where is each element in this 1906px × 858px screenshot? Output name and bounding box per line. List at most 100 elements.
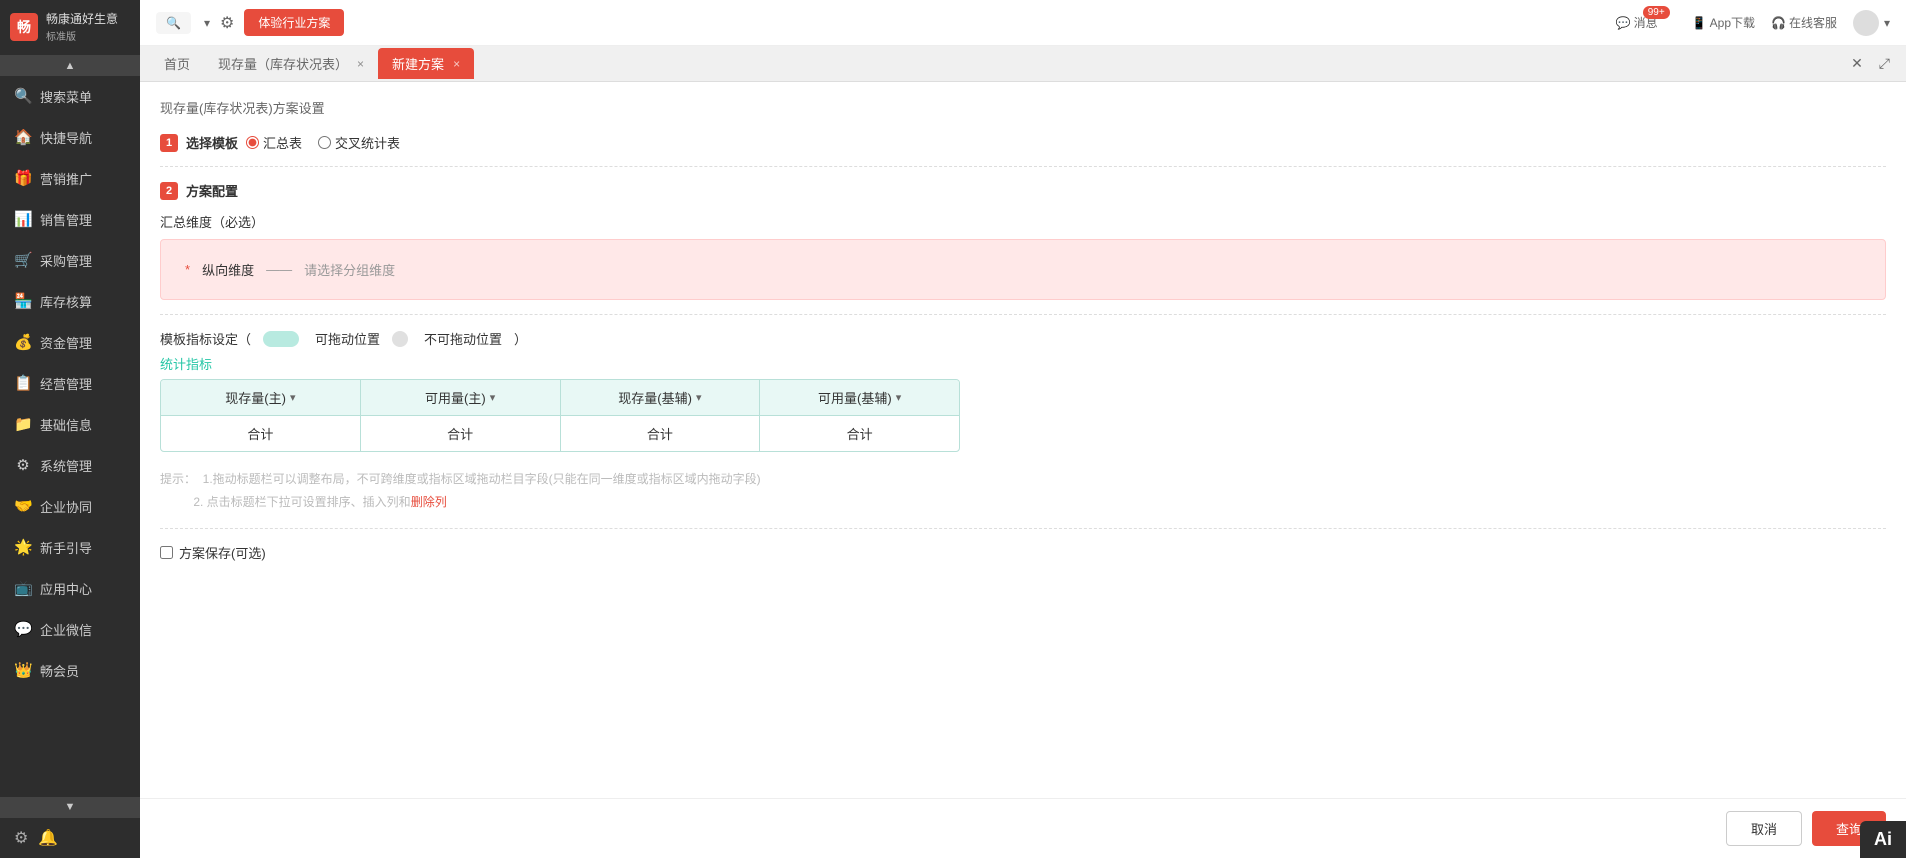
stats-body-row: 合计 合计 合计 合计: [161, 415, 959, 451]
radio-cross-input[interactable]: [318, 136, 331, 149]
nav-icon: 💰: [14, 333, 32, 351]
cancel-button[interactable]: 取消: [1726, 811, 1802, 846]
step2-section: 2 方案配置 汇总维度（必选） * 纵向维度 —— 请选择分组维度 模板指标设定…: [160, 181, 1886, 514]
save-checkbox[interactable]: [160, 546, 173, 559]
stats-table: 现存量(主) ▾ 可用量(主) ▾ 现存量(基辅) ▾ 可用量(基辅) ▾: [160, 379, 960, 452]
stats-col-1[interactable]: 现存量(主) ▾: [161, 380, 361, 415]
settings-icon[interactable]: ⚙: [14, 828, 28, 848]
save-option-row: 方案保存(可选): [160, 543, 1886, 562]
stats-col-4[interactable]: 可用量(基辅) ▾: [760, 380, 959, 415]
sidebar-item-搜索菜单[interactable]: 🔍 搜索菜单: [0, 76, 140, 117]
tab-close-all-btn[interactable]: ✕: [1845, 51, 1869, 76]
nav-icon: 🎁: [14, 169, 32, 187]
chevron-4: ▾: [896, 391, 902, 404]
topbar-online-service[interactable]: 🎧 在线客服: [1771, 14, 1837, 31]
sidebar-item-采购管理[interactable]: 🛒 采购管理: [0, 240, 140, 281]
indicator-label-close: ）: [514, 329, 527, 348]
nav-label: 销售管理: [40, 210, 92, 229]
topbar-message[interactable]: 💬 消息 99+: [1616, 14, 1658, 31]
draggable-label: 可拖动位置: [315, 329, 380, 348]
topbar-app-download[interactable]: 📱 App下载: [1692, 14, 1755, 31]
stats-sub-2: 合计: [361, 416, 561, 451]
dimension-name: 纵向维度: [202, 260, 254, 279]
sidebar-item-畅会员[interactable]: 👑 畅会员: [0, 650, 140, 691]
nav-icon: 🤝: [14, 497, 32, 515]
tips-title: 提示： 1.拖动标题栏可以调整布局，不可跨维度或指标区域拖动栏目字段(只能在同一…: [160, 468, 1886, 491]
home-tab-label: 首页: [164, 54, 190, 73]
nav-icon: 📁: [14, 415, 32, 433]
nav-icon: 📊: [14, 210, 32, 228]
ai-float-button[interactable]: Ai: [1860, 821, 1906, 858]
sidebar-item-快捷导航[interactable]: 🏠 快捷导航: [0, 117, 140, 158]
chevron-down-icon2: ▾: [1884, 16, 1890, 30]
topbar-dropdown[interactable]: ▾: [201, 16, 210, 30]
tab-expand-btn[interactable]: ⤢: [1873, 51, 1896, 76]
sidebar-item-企业微信[interactable]: 💬 企业微信: [0, 609, 140, 650]
stats-label: 统计指标: [160, 354, 1886, 373]
sidebar-footer: ⚙ 🔔: [0, 817, 140, 858]
step2-title: 方案配置: [186, 181, 238, 200]
step1-title: 选择模板: [186, 133, 238, 152]
sidebar-item-新手引导[interactable]: 🌟 新手引导: [0, 527, 140, 568]
nav-label: 基础信息: [40, 415, 92, 434]
nav-label: 快捷导航: [40, 128, 92, 147]
nav-icon: 🏪: [14, 292, 32, 310]
step1-section: 1 选择模板 汇总表 交叉统计表: [160, 133, 1886, 152]
step2-header: 2 方案配置: [160, 181, 1886, 200]
step1-header: 1 选择模板 汇总表 交叉统计表: [160, 133, 1886, 152]
radio-cross[interactable]: 交叉统计表: [318, 133, 400, 152]
nav-icon: ⚙: [14, 456, 32, 474]
step2-badge: 2: [160, 182, 178, 200]
tab-new-plan[interactable]: 新建方案 ×: [378, 48, 474, 79]
main-area: 🔍 ▾ ⚙ 体验行业方案 💬 消息 99+ 📱 App下载 🎧 在线客服: [140, 0, 1906, 858]
topbar-user[interactable]: ▾: [1853, 10, 1890, 36]
draggable-chip: [263, 331, 299, 347]
divider1: [160, 166, 1886, 167]
sidebar-item-资金管理[interactable]: 💰 资金管理: [0, 322, 140, 363]
nav-icon: 📺: [14, 579, 32, 597]
sidebar-item-企业协同[interactable]: 🤝 企业协同: [0, 486, 140, 527]
content-area: 现存量(库存状况表)方案设置 1 选择模板 汇总表 交叉统计表: [140, 82, 1906, 798]
stats-col-1-label: 现存量(主): [225, 388, 286, 407]
step1-badge: 1: [160, 134, 178, 152]
nav-label: 库存核算: [40, 292, 92, 311]
sidebar-item-库存核算[interactable]: 🏪 库存核算: [0, 281, 140, 322]
app-logo-icon: 畅: [10, 13, 38, 41]
sidebar-item-营销推广[interactable]: 🎁 营销推广: [0, 158, 140, 199]
sidebar-nav: 🔍 搜索菜单 🏠 快捷导航 🎁 营销推广 📊 销售管理 🛒 采购管理 🏪 库存核…: [0, 76, 140, 797]
radio-cross-label: 交叉统计表: [335, 133, 400, 152]
stats-col-4-label: 可用量(基辅): [818, 388, 892, 407]
radio-summary[interactable]: 汇总表: [246, 133, 302, 152]
speaker-icon[interactable]: 🔔: [38, 828, 58, 848]
nav-label: 营销推广: [40, 169, 92, 188]
new-plan-tab-label: 新建方案: [392, 54, 444, 73]
stats-sub-1: 合计: [161, 416, 361, 451]
required-mark: *: [185, 262, 190, 277]
radio-summary-input[interactable]: [246, 136, 259, 149]
headset-icon: 🎧: [1771, 16, 1786, 30]
sidebar-item-经营管理[interactable]: 📋 经营管理: [0, 363, 140, 404]
sidebar-item-系统管理[interactable]: ⚙ 系统管理: [0, 445, 140, 486]
topbar-settings-icon[interactable]: ⚙: [220, 13, 234, 33]
dimension-box: * 纵向维度 —— 请选择分组维度: [160, 239, 1886, 300]
page-title: 现存量(库存状况表)方案设置: [160, 98, 1886, 117]
new-plan-tab-close[interactable]: ×: [453, 57, 460, 71]
dimension-placeholder[interactable]: 请选择分组维度: [304, 260, 395, 279]
sidebar-logo: 畅 畅康通好生意 标准版: [0, 0, 140, 56]
topbar-right: 💬 消息 99+ 📱 App下载 🎧 在线客服 ▾: [1616, 10, 1890, 36]
tab-home[interactable]: 首页: [150, 48, 204, 79]
sidebar-item-销售管理[interactable]: 📊 销售管理: [0, 199, 140, 240]
sidebar-item-应用中心[interactable]: 📺 应用中心: [0, 568, 140, 609]
tab-inventory[interactable]: 现存量（库存状况表） ×: [204, 48, 378, 79]
stats-col-3[interactable]: 现存量(基辅) ▾: [561, 380, 761, 415]
divider2: [160, 314, 1886, 315]
inventory-tab-close[interactable]: ×: [357, 57, 364, 71]
nav-icon: 👑: [14, 661, 32, 679]
nav-icon: 🌟: [14, 538, 32, 556]
stats-col-2[interactable]: 可用量(主) ▾: [361, 380, 561, 415]
sidebar-scroll-down[interactable]: ▼: [0, 797, 140, 817]
trial-btn[interactable]: 体验行业方案: [244, 9, 344, 36]
nav-label: 新手引导: [40, 538, 92, 557]
sidebar-item-基础信息[interactable]: 📁 基础信息: [0, 404, 140, 445]
sidebar-scroll-up[interactable]: ▲: [0, 56, 140, 76]
